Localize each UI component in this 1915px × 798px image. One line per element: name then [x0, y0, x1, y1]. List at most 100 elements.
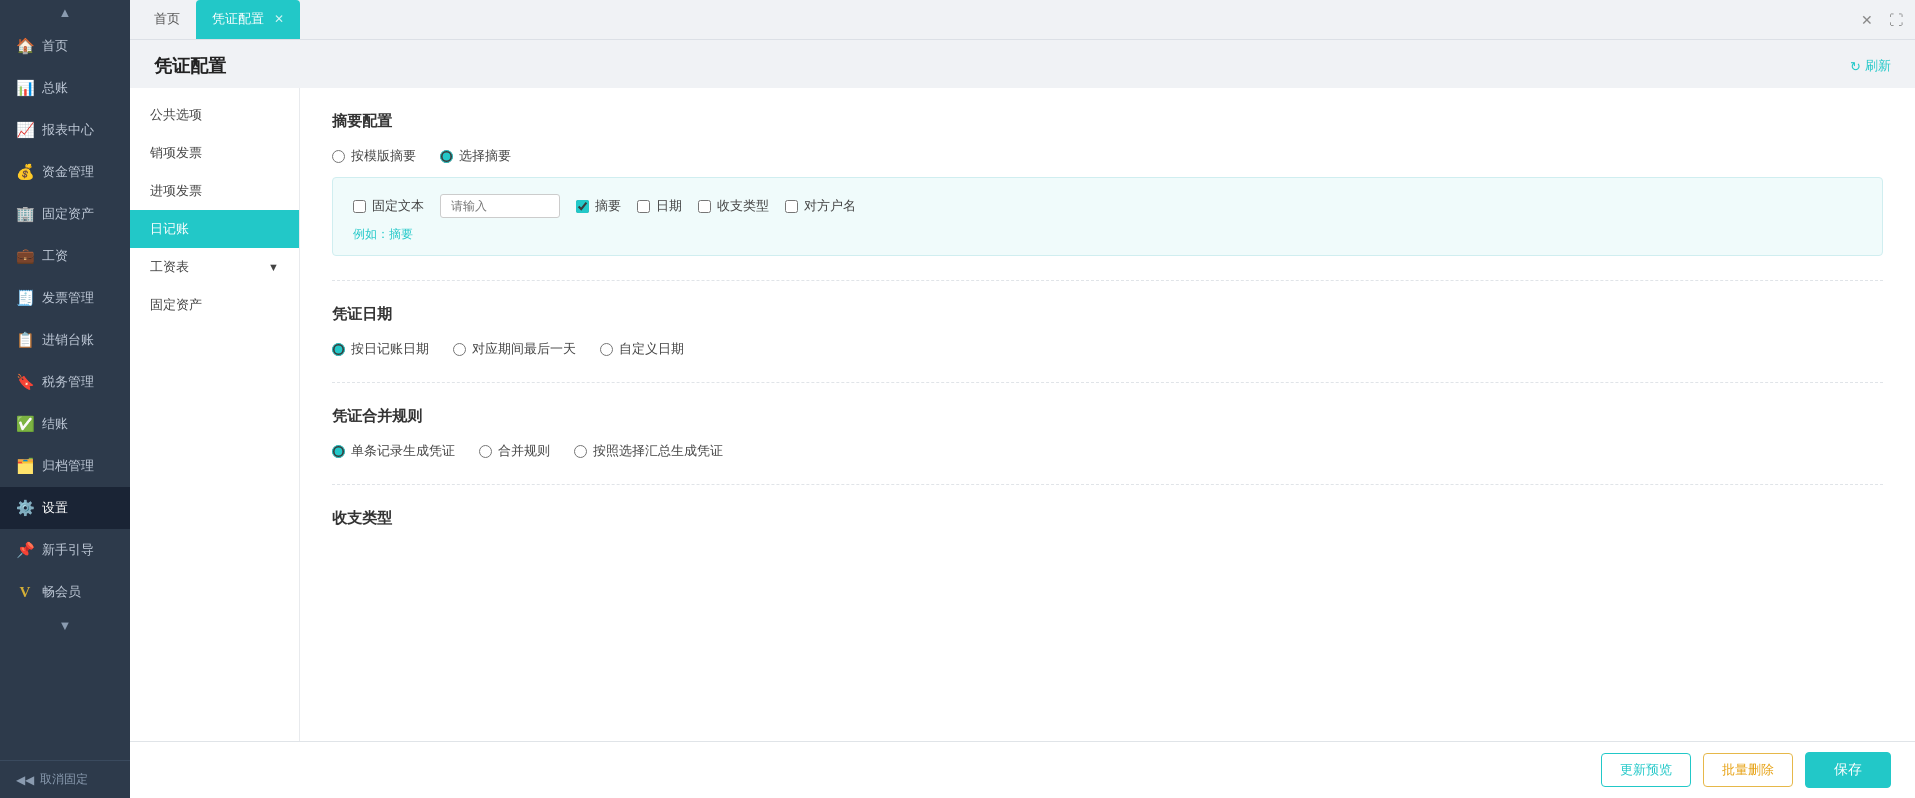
- sidebar-item-invoice-mgmt[interactable]: 🧾 发票管理: [0, 277, 130, 319]
- content-wrapper: 凭证配置 ↻ 刷新 公共选项 销项发票 进项发票 日记账: [130, 40, 1915, 798]
- sidebar-item-settings[interactable]: ⚙️ 设置: [0, 487, 130, 529]
- page-header: 凭证配置 ↻ 刷新: [130, 40, 1915, 88]
- radio-merge-rules[interactable]: 合并规则: [479, 442, 550, 460]
- close-window-icon[interactable]: ✕: [1857, 8, 1877, 32]
- right-content: 摘要配置 按模版摘要 选择摘要: [300, 88, 1915, 741]
- radio-by-selection[interactable]: 按照选择汇总生成凭证: [574, 442, 723, 460]
- radio-single-record[interactable]: 单条记录生成凭证: [332, 442, 455, 460]
- tab-close-icon[interactable]: ✕: [274, 12, 284, 26]
- radio-by-selection-label: 按照选择汇总生成凭证: [593, 442, 723, 460]
- left-nav-item-sales-invoice[interactable]: 销项发票: [130, 134, 299, 172]
- summary-section-title: 摘要配置: [332, 112, 1883, 131]
- checkbox-income-type-label: 收支类型: [717, 197, 769, 215]
- radio-select-summary-input[interactable]: [440, 150, 453, 163]
- settings-icon: ⚙️: [16, 499, 34, 517]
- checkbox-fixed-text[interactable]: 固定文本: [353, 197, 424, 215]
- checkbox-summary-input[interactable]: [576, 200, 589, 213]
- radio-template-summary[interactable]: 按模版摘要: [332, 147, 416, 165]
- radio-by-journal-date-input[interactable]: [332, 343, 345, 356]
- radio-single-record-input[interactable]: [332, 445, 345, 458]
- checkbox-date-label: 日期: [656, 197, 682, 215]
- sidebar-item-label: 税务管理: [42, 373, 94, 391]
- checkbox-counterparty-label: 对方户名: [804, 197, 856, 215]
- ledger-icon: 📊: [16, 79, 34, 97]
- left-nav-item-label: 公共选项: [150, 106, 202, 124]
- tab-home-label: 首页: [154, 10, 180, 28]
- sidebar-unpin[interactable]: ◀◀ 取消固定: [0, 760, 130, 798]
- checkbox-summary[interactable]: 摘要: [576, 197, 621, 215]
- left-nav-item-public[interactable]: 公共选项: [130, 96, 299, 134]
- left-nav-item-fixed-assets[interactable]: 固定资产: [130, 286, 299, 324]
- update-preview-button[interactable]: 更新预览: [1601, 753, 1691, 787]
- radio-by-last-day[interactable]: 对应期间最后一天: [453, 340, 576, 358]
- checkbox-counterparty[interactable]: 对方户名: [785, 197, 856, 215]
- left-nav: 公共选项 销项发票 进项发票 日记账 工资表 ▼ 固定资产: [130, 88, 300, 741]
- checkbox-fixed-text-input[interactable]: [353, 200, 366, 213]
- left-nav-item-payroll-table[interactable]: 工资表 ▼: [130, 248, 299, 286]
- merge-rules-section: 凭证合并规则 单条记录生成凭证 合并规则 按照选择汇总生成凭证: [332, 407, 1883, 485]
- radio-by-selection-input[interactable]: [574, 445, 587, 458]
- sidebar-item-archive[interactable]: 🗂️ 归档管理: [0, 445, 130, 487]
- save-button[interactable]: 保存: [1805, 752, 1891, 788]
- checkbox-income-type[interactable]: 收支类型: [698, 197, 769, 215]
- sidebar: ▲ 🏠 首页 📊 总账 📈 报表中心 💰 资金管理 🏢 固定资产 💼 工资 🧾 …: [0, 0, 130, 798]
- tab-voucher-config[interactable]: 凭证配置 ✕: [196, 0, 300, 39]
- radio-select-summary-label: 选择摘要: [459, 147, 511, 165]
- sidebar-item-label: 设置: [42, 499, 68, 517]
- refresh-button[interactable]: ↻ 刷新: [1850, 57, 1891, 75]
- sidebar-item-funds[interactable]: 💰 资金管理: [0, 151, 130, 193]
- layout: 公共选项 销项发票 进项发票 日记账 工资表 ▼ 固定资产: [130, 88, 1915, 741]
- radio-by-journal-date-label: 按日记账日期: [351, 340, 429, 358]
- checkbox-summary-label: 摘要: [595, 197, 621, 215]
- left-nav-item-purchase-invoice[interactable]: 进项发票: [130, 172, 299, 210]
- checkbox-counterparty-input[interactable]: [785, 200, 798, 213]
- sidebar-item-label: 总账: [42, 79, 68, 97]
- radio-custom-date-input[interactable]: [600, 343, 613, 356]
- left-nav-item-label: 工资表: [150, 258, 189, 276]
- sidebar-scroll-down[interactable]: ▼: [0, 613, 130, 638]
- sidebar-item-label: 报表中心: [42, 121, 94, 139]
- left-nav-item-label: 固定资产: [150, 296, 202, 314]
- guide-icon: 📌: [16, 541, 34, 559]
- sidebar-item-settlement[interactable]: ✅ 结账: [0, 403, 130, 445]
- maximize-icon[interactable]: ⛶: [1885, 8, 1907, 32]
- checkbox-date-input[interactable]: [637, 200, 650, 213]
- tab-bar: 首页 凭证配置 ✕ ✕ ⛶: [130, 0, 1915, 40]
- sidebar-scroll-up[interactable]: ▲: [0, 0, 130, 25]
- sidebar-item-label: 发票管理: [42, 289, 94, 307]
- sidebar-item-tax[interactable]: 🔖 税务管理: [0, 361, 130, 403]
- radio-by-last-day-input[interactable]: [453, 343, 466, 356]
- sidebar-item-ledger[interactable]: 📊 总账: [0, 67, 130, 109]
- radio-single-record-label: 单条记录生成凭证: [351, 442, 455, 460]
- checkbox-date[interactable]: 日期: [637, 197, 682, 215]
- sidebar-item-label: 归档管理: [42, 457, 94, 475]
- sidebar-item-assets[interactable]: 🏢 固定资产: [0, 193, 130, 235]
- radio-merge-rules-input[interactable]: [479, 445, 492, 458]
- left-nav-item-label: 销项发票: [150, 144, 202, 162]
- sidebar-item-label: 工资: [42, 247, 68, 265]
- batch-delete-button[interactable]: 批量删除: [1703, 753, 1793, 787]
- tab-home[interactable]: 首页: [138, 0, 196, 39]
- sidebar-item-guide[interactable]: 📌 新手引导: [0, 529, 130, 571]
- fixed-text-input[interactable]: [440, 194, 560, 218]
- radio-custom-date[interactable]: 自定义日期: [600, 340, 684, 358]
- sidebar-item-payroll[interactable]: 💼 工资: [0, 235, 130, 277]
- archive-icon: 🗂️: [16, 457, 34, 475]
- left-nav-item-journal[interactable]: 日记账: [130, 210, 299, 248]
- income-type-title: 收支类型: [332, 509, 1883, 528]
- merge-rules-title: 凭证合并规则: [332, 407, 1883, 426]
- merge-rules-options: 单条记录生成凭证 合并规则 按照选择汇总生成凭证: [332, 442, 1883, 460]
- radio-template-summary-input[interactable]: [332, 150, 345, 163]
- sidebar-item-purchase-sales[interactable]: 📋 进销台账: [0, 319, 130, 361]
- sidebar-item-reports[interactable]: 📈 报表中心: [0, 109, 130, 151]
- tab-voucher-config-label: 凭证配置: [212, 10, 264, 28]
- sidebar-item-member[interactable]: V 畅会员: [0, 571, 130, 613]
- checkbox-income-type-input[interactable]: [698, 200, 711, 213]
- page-title: 凭证配置: [154, 54, 226, 78]
- bottom-bar: 更新预览 批量删除 保存: [130, 741, 1915, 798]
- sidebar-item-label: 固定资产: [42, 205, 94, 223]
- sidebar-item-home[interactable]: 🏠 首页: [0, 25, 130, 67]
- sidebar-item-label: 结账: [42, 415, 68, 433]
- radio-by-journal-date[interactable]: 按日记账日期: [332, 340, 429, 358]
- radio-select-summary[interactable]: 选择摘要: [440, 147, 511, 165]
